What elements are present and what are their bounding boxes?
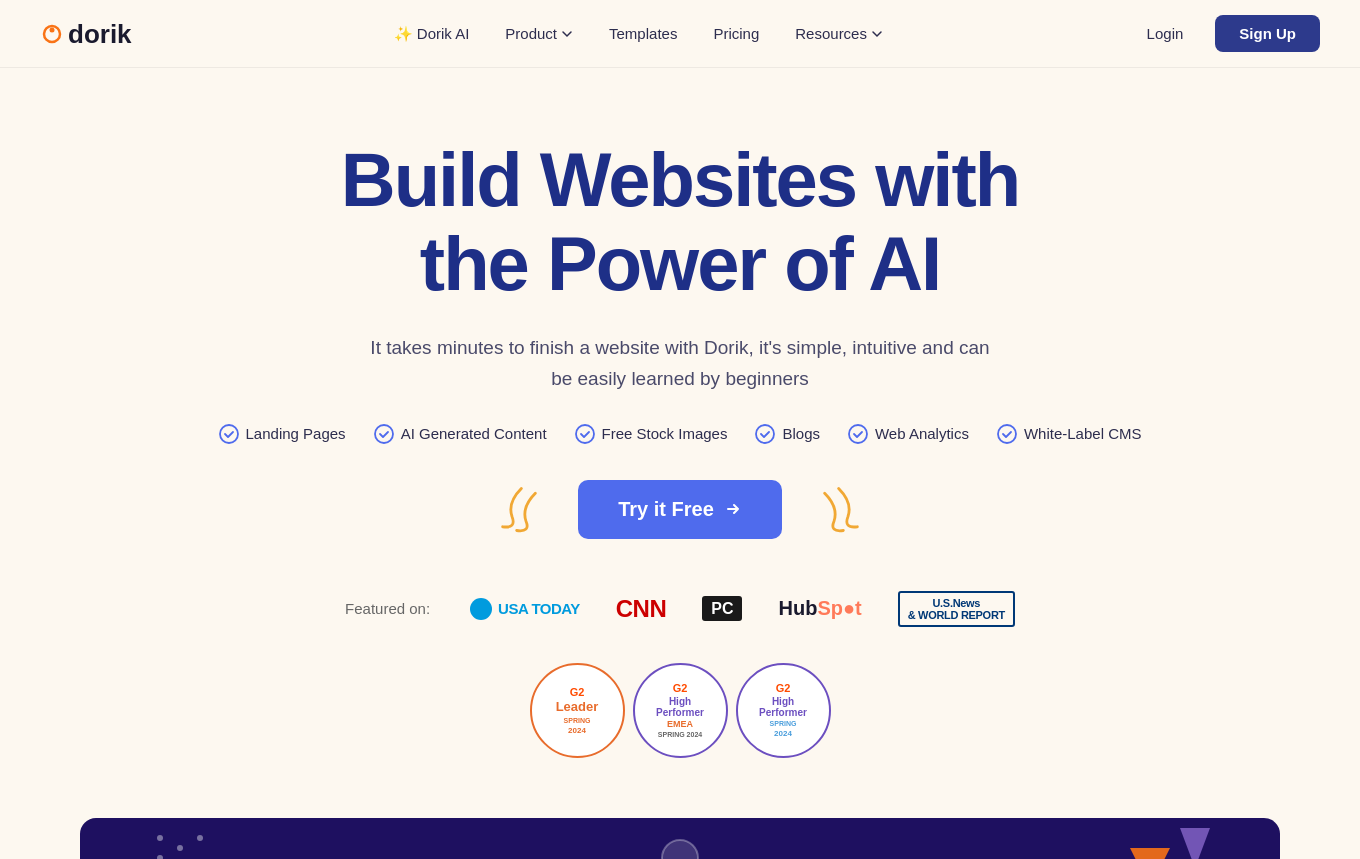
login-button[interactable]: Login xyxy=(1127,17,1204,50)
svg-point-9 xyxy=(157,835,163,841)
navbar: dorik ✨ Dorik AI Product Templates Prici… xyxy=(0,0,1360,68)
featured-logos: USA TODAY CNN PC HubSp●t U.S.News& WORLD… xyxy=(470,591,1015,627)
nav-item-product[interactable]: Product xyxy=(491,17,587,50)
usa-today-dot xyxy=(470,598,492,620)
cta-wrapper: Try it Free xyxy=(20,480,1340,539)
badge-leader: G2 Leader SPRING 2024 xyxy=(530,663,625,758)
logo-pc-mag[interactable]: PC xyxy=(702,600,742,618)
nav-item-templates[interactable]: Templates xyxy=(595,17,691,50)
logo[interactable]: dorik xyxy=(40,16,150,52)
check-icon xyxy=(575,424,595,444)
hero-subtitle: It takes minutes to finish a website wit… xyxy=(360,333,1000,394)
logo-usa-today[interactable]: USA TODAY xyxy=(470,598,580,620)
squiggle-right-decoration xyxy=(820,482,890,537)
feature-ai-content: AI Generated Content xyxy=(374,424,547,444)
svg-point-5 xyxy=(576,425,594,443)
hero-title: Build Websites with the Power of AI xyxy=(20,138,1340,305)
check-icon xyxy=(755,424,775,444)
svg-point-6 xyxy=(756,425,774,443)
featured-section: Featured on: USA TODAY CNN PC HubSp●t U.… xyxy=(20,591,1340,627)
svg-point-8 xyxy=(998,425,1016,443)
signup-button[interactable]: Sign Up xyxy=(1215,15,1320,52)
check-icon xyxy=(848,424,868,444)
try-it-free-button[interactable]: Try it Free xyxy=(578,480,782,539)
svg-point-3 xyxy=(220,425,238,443)
chevron-down-icon xyxy=(561,28,573,40)
preview-decoration xyxy=(80,818,1280,859)
logo-us-news[interactable]: U.S.News& WORLD REPORT xyxy=(898,591,1015,627)
nav-item-dorik-ai[interactable]: ✨ Dorik AI xyxy=(380,17,484,51)
features-row: Landing Pages AI Generated Content Free … xyxy=(20,424,1340,444)
svg-text:dorik: dorik xyxy=(68,19,132,49)
chevron-down-icon xyxy=(871,28,883,40)
svg-marker-15 xyxy=(1180,828,1210,859)
feature-white-label: White-Label CMS xyxy=(997,424,1142,444)
svg-point-2 xyxy=(50,27,55,32)
logo-cnn[interactable]: CNN xyxy=(616,595,667,623)
logo-hubspot[interactable]: HubSp●t xyxy=(778,597,861,620)
feature-landing-pages: Landing Pages xyxy=(219,424,346,444)
nav-item-resources[interactable]: Resources xyxy=(781,17,897,50)
svg-point-4 xyxy=(375,425,393,443)
svg-point-11 xyxy=(197,835,203,841)
feature-blogs: Blogs xyxy=(755,424,820,444)
badge-high-performer-emea: G2 HighPerformer EMEA SPRING 2024 xyxy=(633,663,728,758)
check-icon xyxy=(374,424,394,444)
hero-section: Build Websites with the Power of AI It t… xyxy=(0,68,1360,818)
svg-point-16 xyxy=(662,840,698,859)
feature-web-analytics: Web Analytics xyxy=(848,424,969,444)
bottom-preview-section xyxy=(80,818,1280,859)
squiggle-left-decoration xyxy=(470,482,540,537)
svg-point-7 xyxy=(849,425,867,443)
check-icon xyxy=(219,424,239,444)
feature-stock-images: Free Stock Images xyxy=(575,424,728,444)
nav-item-pricing[interactable]: Pricing xyxy=(699,17,773,50)
svg-marker-14 xyxy=(1130,848,1170,859)
svg-point-10 xyxy=(177,845,183,851)
logo-svg: dorik xyxy=(40,16,150,52)
badge-high-performer-2024: G2 HighPerformer SPRING 2024 xyxy=(736,663,831,758)
arrow-right-icon xyxy=(724,500,742,518)
svg-point-12 xyxy=(157,855,163,859)
featured-label: Featured on: xyxy=(345,600,430,617)
nav-actions: Login Sign Up xyxy=(1127,15,1320,52)
badges-section: G2 Leader SPRING 2024 G2 HighPerformer E… xyxy=(20,663,1340,758)
check-icon xyxy=(997,424,1017,444)
nav-links: ✨ Dorik AI Product Templates Pricing Res… xyxy=(380,17,897,51)
